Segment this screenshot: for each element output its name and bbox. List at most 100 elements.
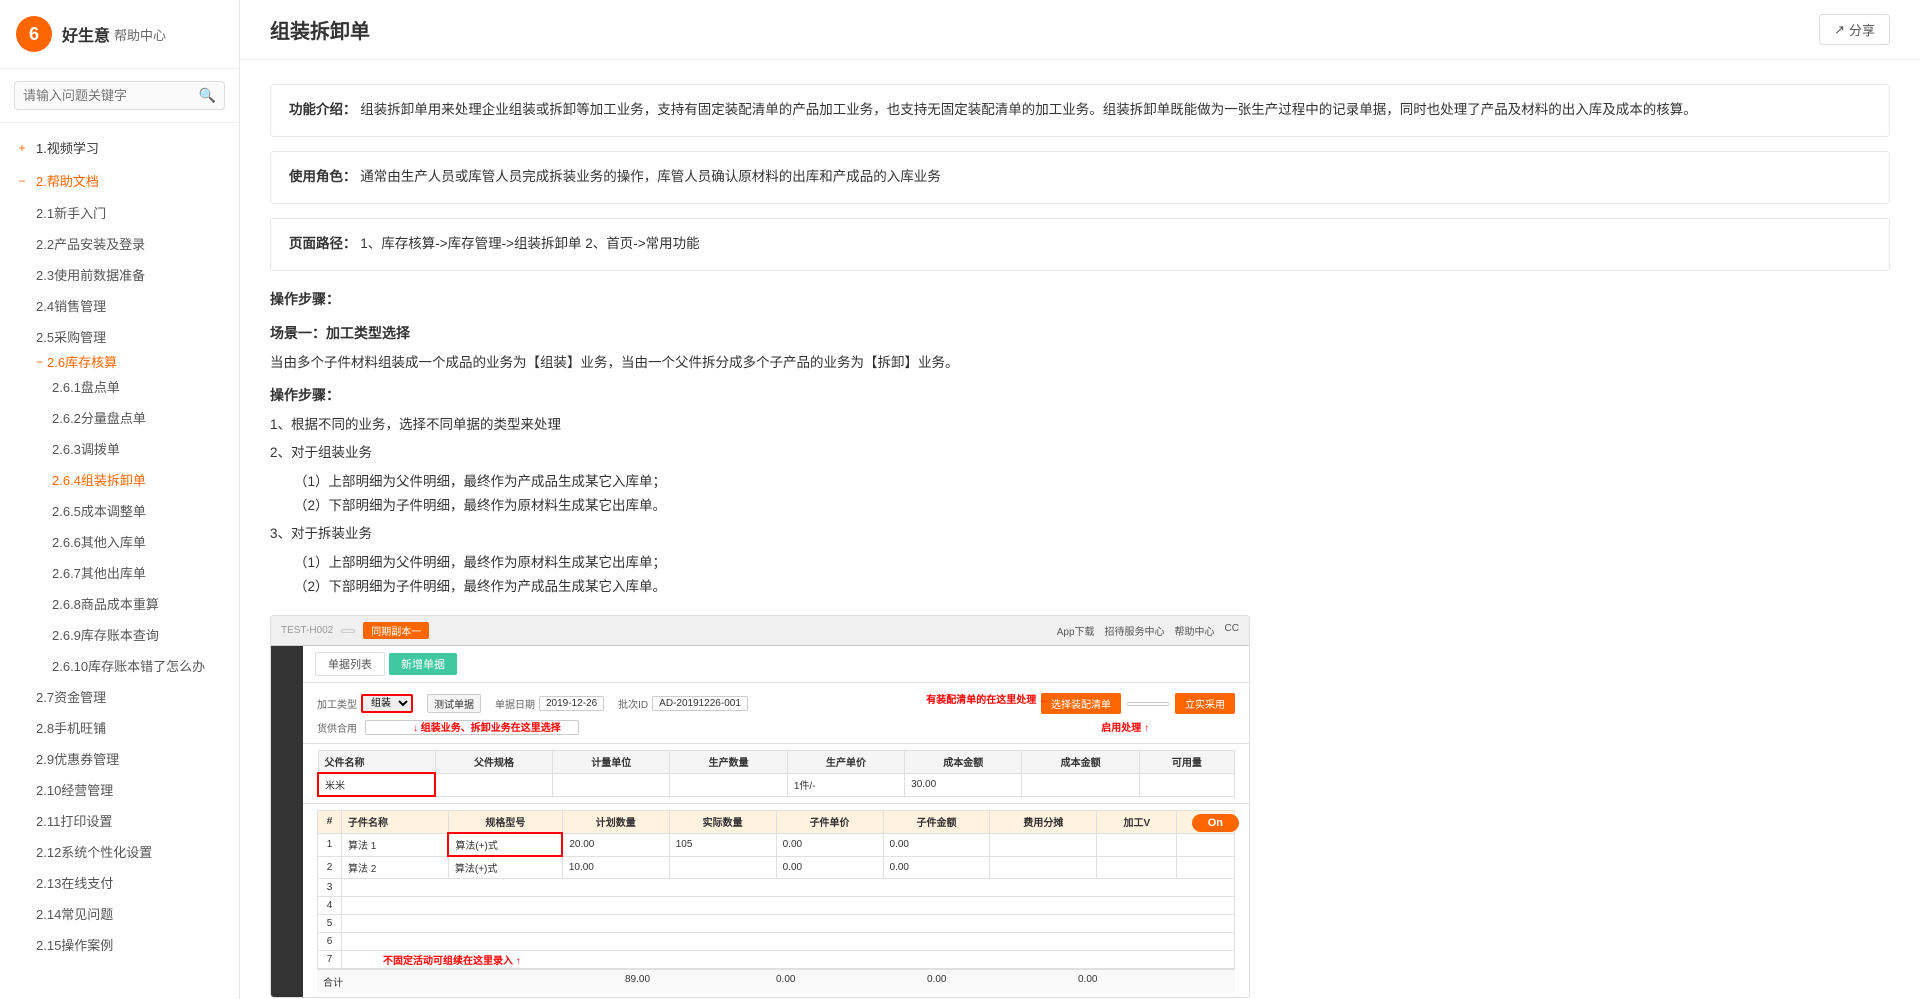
mock-tab-list[interactable]: 单据列表 [315,652,385,676]
search-area: 🔍 [0,69,239,123]
main-content: 组装拆卸单 ↗ 分享 功能介绍： 组装拆卸单用来处理企业组装或拆卸等加工业务，支… [240,0,1920,999]
path-block: 页面路径： 1、库存核算->库存管理->组装拆卸单 2、首页->常用功能 [270,218,1890,271]
mock-nav-help: 帮助中心 [1175,623,1215,638]
step2-1: （1）上部明细为父件明细，最终作为产成品生成某它入库单； [270,470,1890,494]
sidebar-item-2-6-5[interactable]: 2.6.5成本调整单 [52,495,239,526]
sidebar-item-2-4[interactable]: 2.4销售管理 [36,290,239,321]
sidebar-item-2-6-10[interactable]: 2.6.10库存账本错了怎么办 [52,650,239,681]
sidebar-item-2-6-2[interactable]: 2.6.2分量盘点单 [52,402,239,433]
search-input[interactable] [23,88,199,103]
ops-steps-title: 操作步骤： [270,385,1890,405]
mock-confirm-btn[interactable]: 立实采用 [1175,693,1235,714]
role-label: 使用角色： [289,169,357,184]
sidebar-item-2-2[interactable]: 2.2产品安装及登录 [36,228,239,259]
sidebar-item-2-6-8[interactable]: 2.6.8商品成本重算 [52,588,239,619]
logo-subtitle: 帮助中心 [114,25,166,44]
share-icon: ↗ [1834,22,1845,38]
step2-2: （2）下部明细为子件明细，最终作为原材料生成某它出库单。 [270,494,1890,518]
step3-2: （2）下部明细为子件明细，最终作为产成品生成某它入库单。 [270,575,1890,599]
nav-sub-2-6: 2.6.1盘点单 2.6.2分量盘点单 2.6.3调拨单 2.6.4组装拆卸单 … [36,371,239,681]
nav-label-2: 2.帮助文档 [36,171,99,190]
sidebar-item-2[interactable]: − 2.帮助文档 [0,164,239,197]
expand-icon-1: + [14,140,30,156]
mock-form-type-label: 加工类型 [317,696,357,711]
mock-tab-new[interactable]: 新增单据 [389,653,457,675]
mock-th-price: 生产单价 [787,751,904,774]
topbar: 组装拆卸单 ↗ 分享 [240,0,1920,60]
screenshot-mock: TEST-H002 同期副本一 App下载 招待服务中心 帮助中心 CC 单据列… [270,615,1250,998]
sidebar-item-2-10[interactable]: 2.10经营管理 [36,774,239,805]
mock-annotation-type: ↓ 组装业务、拆卸业务在这里选择 [413,719,561,734]
mock-select-list-btn[interactable]: 选择装配清单 [1041,693,1121,714]
sidebar-item-2-8[interactable]: 2.8手机旺铺 [36,712,239,743]
path-label: 页面路径： [289,236,357,251]
mock-nav-service: 招待服务中心 [1105,623,1165,638]
nav-group-1: + 1.视频学习 [0,131,239,164]
sidebar-item-2-6-1[interactable]: 2.6.1盘点单 [52,371,239,402]
scene1-title: 场景一：加工类型选择 [270,323,1890,343]
logo-brand: 好生意 [62,22,110,46]
logo-area: 6 好生意 帮助中心 [0,0,239,69]
sidebar-item-2-9[interactable]: 2.9优惠券管理 [36,743,239,774]
mock-parent-row-1: 米米 1件/- 30.00 [318,773,1235,796]
mock-parent-table: 父件名称 父件规格 计量单位 生产数量 生产单价 成本金额 成本金额 可用量 [317,750,1235,797]
sidebar-item-2-6[interactable]: − 2.6库存核算 [36,352,239,371]
expand-icon-2: − [14,173,30,189]
mock-form-type-select[interactable]: 组装 拆卸 [361,694,413,713]
scene1-desc: 当由多个子件材料组装成一个成品的业务为【组装】业务，当由一个父件拆分成多个子产品… [270,351,1890,375]
role-block: 使用角色： 通常由生产人员或库管人员完成拆装业务的操作，库管人员确认原材料的出库… [270,151,1890,204]
nav-tree: + 1.视频学习 − 2.帮助文档 2.1新手入门 2.2产品安装及登录 2.3… [0,123,239,999]
mock-date-value: 2019-12-26 [539,696,604,711]
sidebar-item-2-15[interactable]: 2.15操作案例 [36,929,239,960]
step2: 2、对于组装业务 [270,441,1890,465]
mock-annotation-list: 有装配清单的在这里处理 ← [926,691,1049,706]
nav-label-1: 1.视频学习 [36,138,99,157]
sidebar-item-2-13[interactable]: 2.13在线支付 [36,867,239,898]
mock-on-toggle[interactable]: On [1192,814,1239,832]
mock-nav-app: App下载 [1057,623,1095,638]
mock-th-name: 父件名称 [318,751,435,774]
share-button[interactable]: ↗ 分享 [1819,14,1890,45]
mock-child-row-1: 1 算法 1 算法(+)式 20.00 105 0.00 0.00 [318,833,1235,856]
sidebar-item-2-6-4[interactable]: 2.6.4组装拆卸单 [52,464,239,495]
logo-icon: 6 [16,16,52,52]
mock-copy-btn[interactable]: 同期副本一 [363,622,429,639]
nav-sub-2: 2.1新手入门 2.2产品安装及登录 2.3使用前数据准备 2.4销售管理 2.… [0,197,239,960]
nav-group-2: − 2.帮助文档 2.1新手入门 2.2产品安装及登录 2.3使用前数据准备 2… [0,164,239,960]
sidebar-item-2-6-9[interactable]: 2.6.9库存账本查询 [52,619,239,650]
expand-icon-2-6: − [36,355,43,369]
mock-child-row-6: 6 [318,933,1235,951]
mock-nav-cc: CC [1225,623,1239,638]
mock-supply-label: 货供合用 [317,720,357,735]
sidebar-item-2-3[interactable]: 2.3使用前数据准备 [36,259,239,290]
search-icon: 🔍 [199,87,216,104]
mock-annotation-input: 不固定活动可组续在这里录入 ↑ [383,952,521,967]
role-text: 通常由生产人员或库管人员完成拆装业务的操作，库管人员确认原材料的出库和产成品的入… [360,169,941,184]
mock-form-doc-name: 测试单据 [427,694,481,713]
mock-child-row-2: 2 算法 2 算法(+)式 10.00 0.00 0.00 [318,856,1235,879]
page-title: 组装拆卸单 [270,15,370,44]
sidebar-item-1[interactable]: + 1.视频学习 [0,131,239,164]
mock-child-row-3: 3 [318,879,1235,897]
mock-th-cost2: 成本金额 [1022,751,1139,774]
mock-th-spec: 父件规格 [435,751,552,774]
sidebar-item-2-5[interactable]: 2.5采购管理 [36,321,239,352]
sidebar-item-2-12[interactable]: 2.12系统个性化设置 [36,836,239,867]
intro-text: 组装拆卸单用来处理企业组装或拆卸等加工业务，支持有固定装配清单的产品加工业务，也… [360,102,1697,117]
search-box[interactable]: 🔍 [14,81,225,110]
mock-child-row-4: 4 [318,897,1235,915]
mock-status [341,629,355,633]
sidebar-item-2-6-7[interactable]: 2.6.7其他出库单 [52,557,239,588]
mock-child-row-5: 5 [318,915,1235,933]
mock-id: TEST-H002 [281,625,333,636]
mock-child-table: # 子件名称 规格型号 计划数量 实际数量 子件单价 子件金额 费用分摊 加工V [317,810,1235,969]
sidebar-item-2-6-6[interactable]: 2.6.6其他入库单 [52,526,239,557]
sidebar-item-2-14[interactable]: 2.14常见问题 [36,898,239,929]
sidebar-item-2-7[interactable]: 2.7资金管理 [36,681,239,712]
sidebar-item-2-11[interactable]: 2.11打印设置 [36,805,239,836]
mock-date-label: 单据日期 [495,696,535,711]
mock-supply-field [1127,702,1169,706]
sidebar-item-2-1[interactable]: 2.1新手入门 [36,197,239,228]
sidebar-item-2-6-3[interactable]: 2.6.3调拨单 [52,433,239,464]
mock-th-qty: 生产数量 [670,751,787,774]
